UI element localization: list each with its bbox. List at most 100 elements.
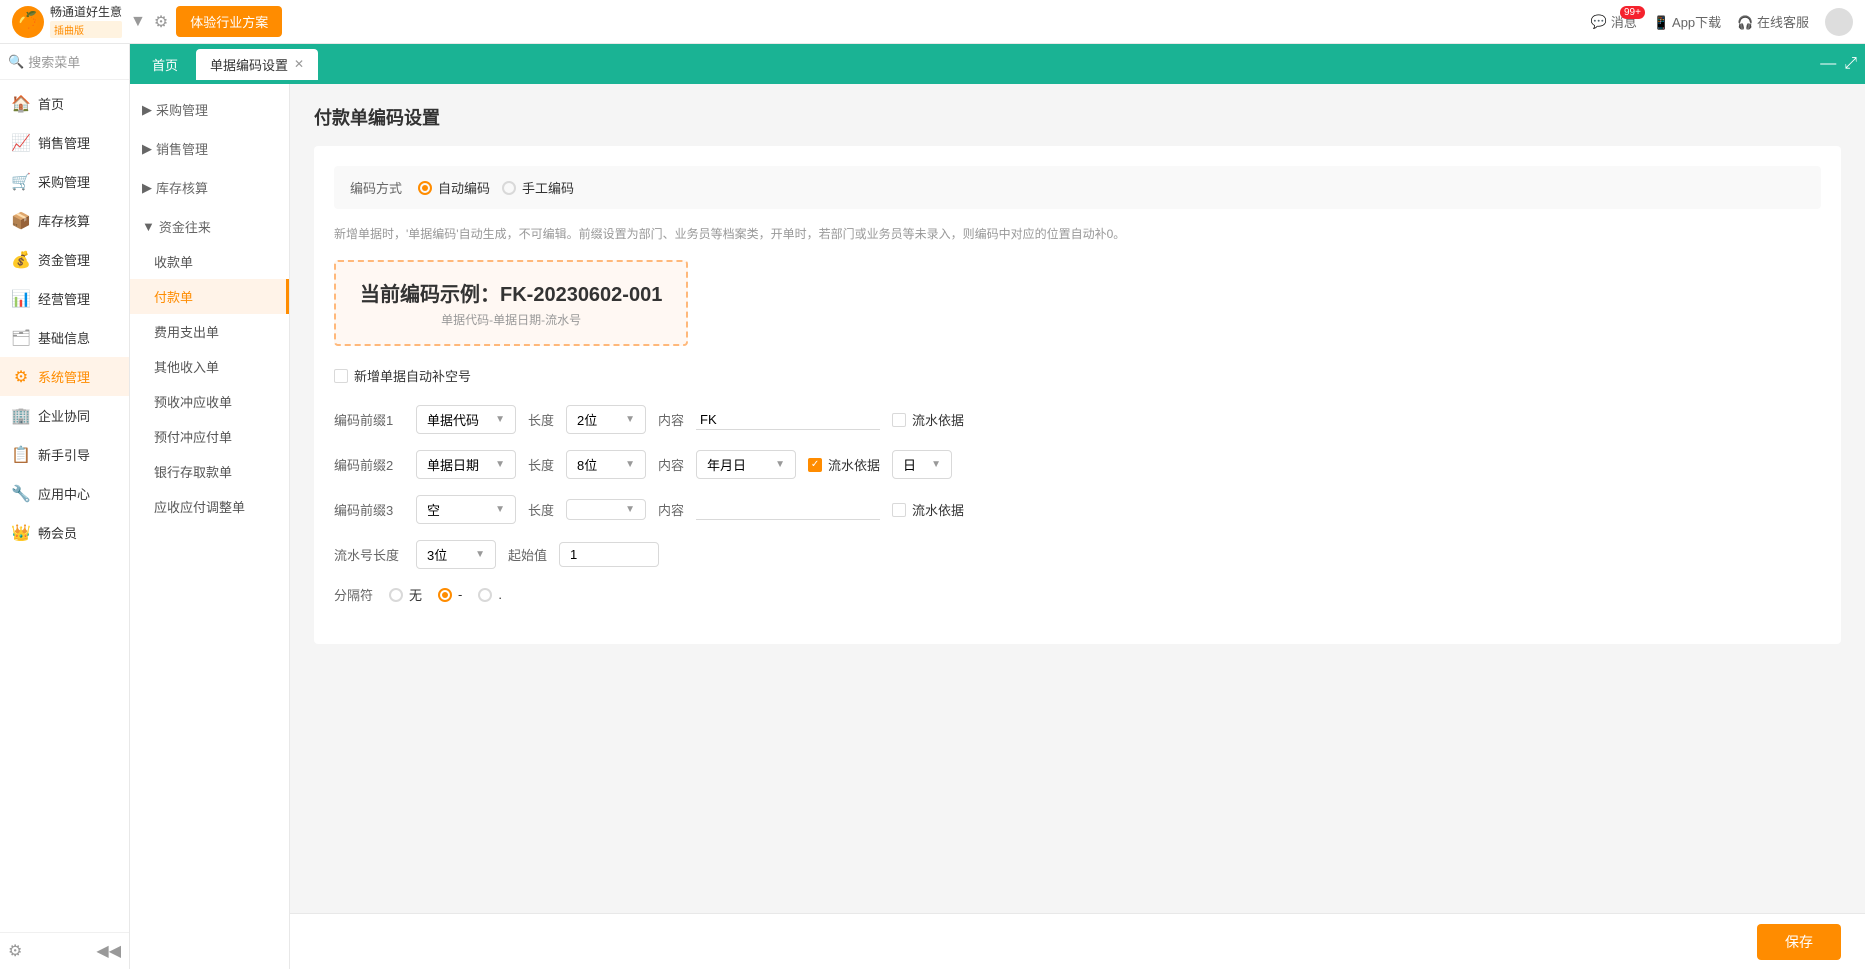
main-wrapper: 付款单编码设置 编码方式 自动编码	[290, 84, 1865, 969]
sub-group-purchase-header[interactable]: ▶ 采购管理	[130, 92, 289, 127]
expand-arrow-icon: ▶	[142, 102, 152, 118]
chevron-down-icon: ▼	[475, 549, 485, 560]
user-avatar[interactable]	[1825, 8, 1853, 36]
preview-desc: 单据代码-单据日期-流水号	[360, 311, 662, 328]
main-content: 付款单编码设置 编码方式 自动编码	[290, 84, 1865, 913]
content-input-1[interactable]	[696, 410, 880, 430]
message-button[interactable]: 💬 消息 99+	[1591, 12, 1637, 31]
settings-bottom-icon[interactable]: ⚙	[8, 941, 22, 961]
period-select[interactable]: 日 ▼	[892, 450, 952, 479]
sidebar-item-finance[interactable]: 💰 资金管理	[0, 240, 129, 279]
length1-select[interactable]: 2位 ▼	[566, 405, 646, 434]
sub-group-sales-header[interactable]: ▶ 销售管理	[130, 131, 289, 166]
waterfall-checkbox-2[interactable]: ✓	[808, 458, 822, 472]
chevron-down-icon: ▼	[625, 414, 635, 425]
expand-arrow-icon: ▶	[142, 180, 152, 196]
preview-code: 当前编码示例：FK-20230602-001	[360, 278, 662, 307]
manual-encode-radio[interactable]: 手工编码	[502, 178, 574, 197]
sidebar-item-member[interactable]: 👑 畅会员	[0, 513, 129, 552]
sidebar-item-operations[interactable]: 📊 经营管理	[0, 279, 129, 318]
form-card: 编码方式 自动编码 手工编码	[314, 146, 1841, 644]
sub-item-advance-receipt[interactable]: 预收冲应收单	[130, 384, 289, 419]
sidebar-item-purchase[interactable]: 🛒 采购管理	[0, 162, 129, 201]
sidebar-item-label: 资金管理	[38, 250, 90, 269]
field-row-2: 编码前缀2 单据日期 ▼ 长度 8位 ▼ 内容	[334, 450, 1821, 479]
auto-fill-row: 新增单据自动补空号	[334, 366, 1821, 385]
online-service-button[interactable]: 🎧 在线客服	[1737, 12, 1809, 31]
sub-item-payments[interactable]: 付款单	[130, 279, 289, 314]
separator-dash-dot	[438, 588, 452, 602]
sidebar-item-system[interactable]: ⚙ 系统管理	[0, 357, 129, 396]
waterfall-checkbox-3[interactable]	[892, 503, 906, 517]
waterfall-checkbox-1[interactable]	[892, 413, 906, 427]
trial-button[interactable]: 体验行业方案	[176, 6, 282, 37]
sub-item-expenses[interactable]: 费用支出单	[130, 314, 289, 349]
sidebar-item-label: 新手引导	[38, 445, 90, 464]
tabbar-expand: — ⤢	[1820, 55, 1857, 73]
tab-encoding[interactable]: 单据编码设置 ✕	[196, 49, 318, 80]
start-value-input[interactable]	[559, 542, 659, 567]
member-icon: 👑	[12, 524, 30, 542]
separator-dot-radio[interactable]: .	[478, 587, 502, 602]
length3-select[interactable]: ▼	[566, 499, 646, 520]
prefix2-select[interactable]: 单据日期 ▼	[416, 450, 516, 479]
prefix1-select[interactable]: 单据代码 ▼	[416, 405, 516, 434]
content-input-3[interactable]	[696, 500, 880, 520]
separator-none-radio[interactable]: 无	[389, 585, 422, 604]
operations-icon: 📊	[12, 290, 30, 308]
sidebar-item-basic[interactable]: 🗂 基础信息	[0, 318, 129, 357]
serial-length-select[interactable]: 3位 ▼	[416, 540, 496, 569]
auto-encode-radio[interactable]: 自动编码	[418, 178, 490, 197]
start-value-label: 起始值	[508, 545, 547, 564]
sub-group-inventory-header[interactable]: ▶ 库存核算	[130, 170, 289, 205]
separator-none-dot	[389, 588, 403, 602]
page-title: 付款单编码设置	[314, 104, 1841, 130]
app-download-button[interactable]: 📱 App下载	[1653, 12, 1721, 31]
separator-row: 分隔符 无 - .	[334, 585, 1821, 604]
sidebar-item-sales[interactable]: 📈 销售管理	[0, 123, 129, 162]
minimize-icon[interactable]: —	[1820, 55, 1836, 73]
dropdown-arrow[interactable]: ▼	[130, 13, 146, 31]
logo-icon: 🍊	[12, 6, 44, 38]
settings-icon[interactable]: ⚙	[154, 12, 168, 32]
auto-fill-checkbox[interactable]	[334, 369, 348, 383]
sidebar-item-home[interactable]: 🏠 首页	[0, 84, 129, 123]
main-layout: 🔍 搜索菜单 🏠 首页 📈 销售管理 🛒 采购管理 📦 库存核算 💰	[0, 44, 1865, 969]
sub-group-finance-header[interactable]: ▼ 资金往来	[130, 209, 289, 244]
sub-item-bank-deposit[interactable]: 银行存取款单	[130, 454, 289, 489]
content-area: 首页 单据编码设置 ✕ — ⤢ ▶ 采购管理	[130, 44, 1865, 969]
sub-sidebar: ▶ 采购管理 ▶ 销售管理 ▶ 库存核算	[130, 84, 290, 969]
content-label-2: 内容	[658, 455, 684, 474]
search-menu[interactable]: 🔍 搜索菜单	[0, 44, 129, 80]
sidebar-item-guide[interactable]: 📋 新手引导	[0, 435, 129, 474]
help-text: 新增单据时，'单据编码'自动生成，不可编辑。前缀设置为部门、业务员等档案类，开单…	[334, 225, 1821, 244]
length2-select[interactable]: 8位 ▼	[566, 450, 646, 479]
chevron-down-icon: ▼	[495, 414, 505, 425]
tab-close-icon[interactable]: ✕	[294, 57, 304, 71]
collapse-arrow-icon: ▼	[142, 219, 155, 234]
encoding-method-radios: 自动编码 手工编码	[418, 178, 574, 197]
sub-item-ar-ap-adjust[interactable]: 应收应付调整单	[130, 489, 289, 524]
length-label-2: 长度	[528, 455, 554, 474]
sidebar-nav: 🏠 首页 📈 销售管理 🛒 采购管理 📦 库存核算 💰 资金管理 📊 经	[0, 80, 129, 932]
topbar-right: 💬 消息 99+ 📱 App下载 🎧 在线客服	[1591, 8, 1853, 36]
encoding-method-row: 编码方式 自动编码 手工编码	[334, 166, 1821, 209]
prefix3-select[interactable]: 空 ▼	[416, 495, 516, 524]
sidebar-item-apps[interactable]: 🔧 应用中心	[0, 474, 129, 513]
sub-item-receipts[interactable]: 收款单	[130, 244, 289, 279]
save-button[interactable]: 保存	[1757, 924, 1841, 960]
separator-dash-radio[interactable]: -	[438, 587, 462, 602]
sidebar-item-label: 畅会员	[38, 523, 77, 542]
sub-item-advance-payment[interactable]: 预付冲应付单	[130, 419, 289, 454]
collapse-icon[interactable]: ◀◀	[96, 941, 121, 961]
content2-select[interactable]: 年月日 ▼	[696, 450, 796, 479]
bottom-bar: 保存	[290, 913, 1865, 969]
tab-home[interactable]: 首页	[138, 49, 192, 80]
sidebar-item-enterprise[interactable]: 🏢 企业协同	[0, 396, 129, 435]
sub-item-other-income[interactable]: 其他收入单	[130, 349, 289, 384]
chevron-down-icon: ▼	[931, 459, 941, 470]
chevron-down-icon: ▼	[625, 459, 635, 470]
maximize-icon[interactable]: ⤢	[1844, 55, 1857, 73]
sidebar-item-inventory[interactable]: 📦 库存核算	[0, 201, 129, 240]
logo-name: 畅通道好生意	[50, 5, 122, 21]
